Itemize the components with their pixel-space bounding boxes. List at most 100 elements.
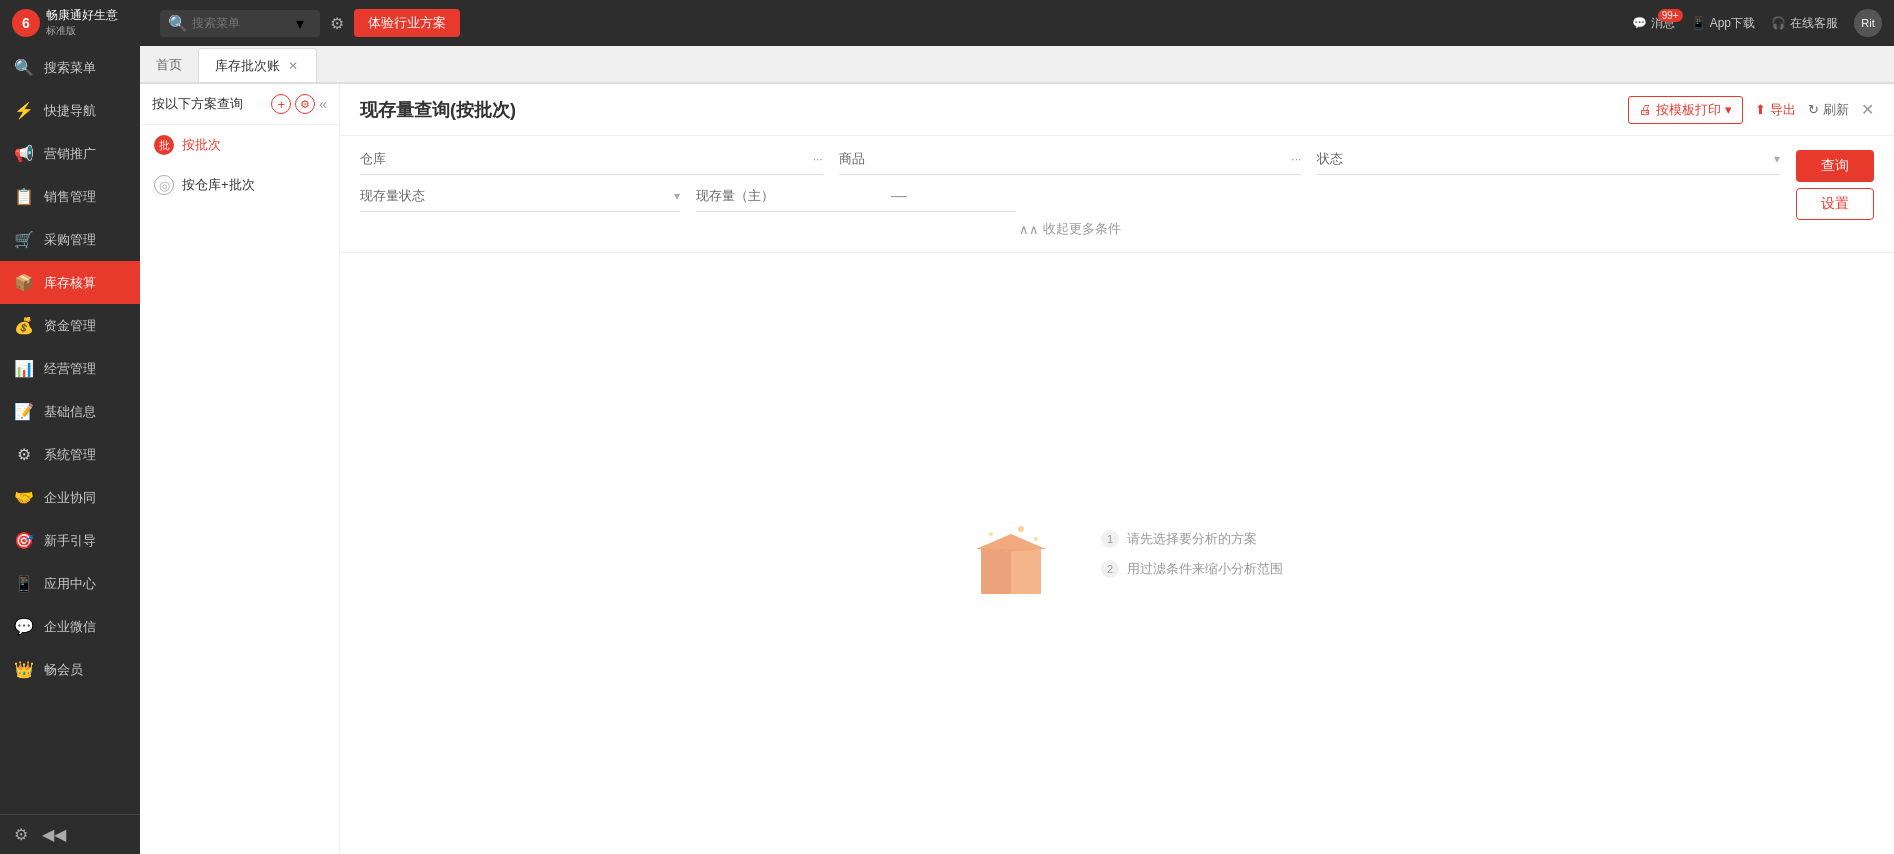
left-panel-header: 按以下方案查询 + ⚙ « (140, 84, 339, 125)
sidebar-bottom: ⚙ ◀◀ (0, 814, 140, 854)
collapse-filter-button[interactable]: ∧∧ 收起更多条件 (360, 212, 1780, 238)
export-label: 导出 (1770, 101, 1796, 119)
sidebar-item-quicknav[interactable]: ⚡ 快捷导航 (0, 89, 140, 132)
sidebar-settings-button[interactable]: ⚙ (14, 825, 28, 844)
tip-item-1: 1 请先选择要分析的方案 (1101, 530, 1283, 548)
header-actions: 🖨 按模板打印 ▾ ⬆ 导出 ↻ 刷新 ✕ (1628, 96, 1874, 124)
sidebar-item-purchase[interactable]: 🛒 采购管理 (0, 218, 140, 261)
tab-home[interactable]: 首页 (140, 48, 198, 82)
phone-icon: 📱 (1691, 16, 1706, 30)
inventory-qty-from[interactable] (782, 189, 883, 204)
sidebar-item-marketing[interactable]: 📢 营销推广 (0, 132, 140, 175)
product-input[interactable] (873, 152, 1292, 167)
online-service-btn[interactable]: 🎧 在线客服 (1771, 15, 1838, 32)
sidebar-label-quicknav: 快捷导航 (44, 102, 96, 120)
logo-icon: 6 (12, 9, 40, 37)
svg-marker-3 (1011, 549, 1041, 594)
close-panel-button[interactable]: ✕ (1861, 100, 1874, 119)
scheme-settings-button[interactable]: ⚙ (295, 94, 315, 114)
inventory-status-select[interactable] (433, 189, 674, 204)
svg-point-5 (1034, 537, 1038, 541)
svg-point-4 (1018, 526, 1024, 532)
operation-icon: 📊 (14, 359, 34, 378)
sidebar-item-basic[interactable]: 📝 基础信息 (0, 390, 140, 433)
status-arrow: ▾ (1774, 152, 1780, 166)
enterprise-icon: 🤝 (14, 488, 34, 507)
scheme-label-batch: 按批次 (182, 136, 221, 154)
sidebar-item-newguide[interactable]: 🎯 新手引导 (0, 519, 140, 562)
sidebar-item-search[interactable]: 🔍 搜索菜单 (0, 46, 140, 89)
app-download-label: App下载 (1710, 15, 1755, 32)
sidebar-label-enterprise: 企业协同 (44, 489, 96, 507)
basic-icon: 📝 (14, 402, 34, 421)
svg-marker-1 (976, 534, 1046, 552)
sidebar-label-sales: 销售管理 (44, 188, 96, 206)
product-more-icon[interactable]: ··· (1291, 152, 1301, 166)
refresh-button[interactable]: ↻ 刷新 (1808, 101, 1849, 119)
inventory-status-label: 现存量状态 (360, 187, 425, 205)
top-search-box[interactable]: 🔍 ▾ (160, 10, 320, 37)
settings-icon-btn[interactable]: ⚙ (328, 12, 346, 35)
empty-svg (961, 504, 1061, 604)
left-panel-title: 按以下方案查询 (152, 95, 243, 113)
sidebar-collapse-button[interactable]: ◀◀ (42, 825, 66, 844)
export-button[interactable]: ⬆ 导出 (1755, 101, 1796, 119)
sales-icon: 📋 (14, 187, 34, 206)
inventory-icon: 📦 (14, 273, 34, 292)
sidebar-item-wechat[interactable]: 💬 企业微信 (0, 605, 140, 648)
top-search-input[interactable] (192, 16, 292, 30)
sidebar-item-inventory[interactable]: 📦 库存核算 (0, 261, 140, 304)
messages-badge: 99+ (1658, 9, 1683, 22)
column-settings-button[interactable]: 设置 (1796, 188, 1874, 220)
main-layout: 🔍 搜索菜单 ⚡ 快捷导航 📢 营销推广 📋 销售管理 🛒 采购管理 📦 (0, 46, 1894, 854)
sidebar-label-finance: 资金管理 (44, 317, 96, 335)
add-scheme-button[interactable]: + (271, 94, 291, 114)
product-filter: 商品 ··· (839, 150, 1302, 175)
left-panel: 按以下方案查询 + ⚙ « 批 按批次 ◎ 按仓库+批次 (140, 84, 340, 854)
trial-button[interactable]: 体验行业方案 (354, 9, 460, 37)
sidebar-item-enterprise[interactable]: 🤝 企业协同 (0, 476, 140, 519)
sidebar-label-appcenter: 应用中心 (44, 575, 96, 593)
status-select[interactable] (1351, 152, 1774, 167)
collapse-left-panel-button[interactable]: « (319, 96, 327, 112)
marketing-icon: 📢 (14, 144, 34, 163)
sidebar-scroll: 🔍 搜索菜单 ⚡ 快捷导航 📢 营销推广 📋 销售管理 🛒 采购管理 📦 (0, 46, 140, 814)
filter-area: 仓库 ··· 商品 ··· 状态 (340, 136, 1894, 253)
user-profile-btn[interactable]: Rit (1854, 9, 1882, 37)
avatar: Rit (1854, 9, 1882, 37)
member-icon: 👑 (14, 660, 34, 679)
sidebar-item-appcenter[interactable]: 📱 应用中心 (0, 562, 140, 605)
collapse-up-icon: ∧∧ (1019, 222, 1039, 237)
svg-marker-2 (981, 549, 1011, 594)
sidebar-label-newguide: 新手引导 (44, 532, 96, 550)
warehouse-more-icon[interactable]: ··· (813, 152, 823, 166)
scheme-item-batch[interactable]: 批 按批次 (140, 125, 339, 165)
system-icon: ⚙ (14, 445, 34, 464)
app-name: 畅康通好生意 (46, 8, 118, 24)
tip-text-2: 用过滤条件来缩小分析范围 (1127, 560, 1283, 578)
sidebar-item-sales[interactable]: 📋 销售管理 (0, 175, 140, 218)
logo-area: 6 畅康通好生意 标准版 (12, 8, 152, 38)
inventory-qty-to[interactable] (915, 189, 1016, 204)
status-filter: 状态 ▾ (1317, 150, 1780, 175)
sidebar-label-system: 系统管理 (44, 446, 96, 464)
empty-state: 1 请先选择要分析的方案 2 用过滤条件来缩小分析范围 (340, 253, 1894, 854)
refresh-icon: ↻ (1808, 102, 1819, 117)
online-service-label: 在线客服 (1790, 15, 1838, 32)
messages-btn[interactable]: 💬 消息 99+ (1632, 15, 1675, 32)
tab-close-icon[interactable]: ✕ (286, 58, 300, 74)
sidebar-label-operation: 经营管理 (44, 360, 96, 378)
print-button[interactable]: 🖨 按模板打印 ▾ (1628, 96, 1743, 124)
sidebar-item-finance[interactable]: 💰 资金管理 (0, 304, 140, 347)
sidebar-item-member[interactable]: 👑 畅会员 (0, 648, 140, 691)
tip-item-2: 2 用过滤条件来缩小分析范围 (1101, 560, 1283, 578)
app-sub: 标准版 (46, 24, 118, 38)
scheme-item-warehouse-batch[interactable]: ◎ 按仓库+批次 (140, 165, 339, 205)
sidebar-item-system[interactable]: ⚙ 系统管理 (0, 433, 140, 476)
warehouse-input[interactable] (394, 152, 813, 167)
sidebar-item-operation[interactable]: 📊 经营管理 (0, 347, 140, 390)
app-download-btn[interactable]: 📱 App下载 (1691, 15, 1755, 32)
query-button[interactable]: 查询 (1796, 150, 1874, 182)
top-right: 💬 消息 99+ 📱 App下载 🎧 在线客服 Rit (1632, 9, 1882, 37)
tab-inventory-batch[interactable]: 库存批次账 ✕ (198, 48, 317, 82)
